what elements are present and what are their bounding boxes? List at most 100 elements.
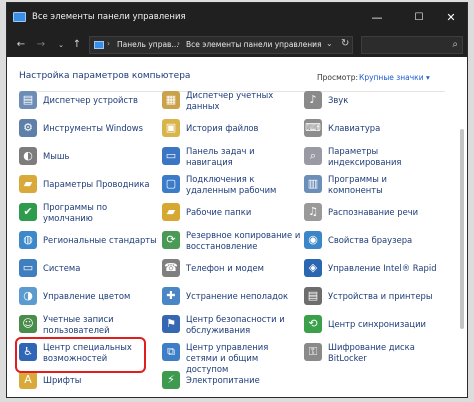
control-panel-item-label: Учетные записи пользователей [43,314,114,335]
device-manager-icon: ▤ [19,91,37,109]
control-panel-item-label: Параметры Проводника [43,179,150,189]
control-panel-item[interactable]: ▢ Подключения к удаленным рабочим [162,171,302,199]
control-panel-item[interactable]: ⚑ Центр безопасности и обслуживания [162,311,302,339]
control-panel-item-label: Электропитание [186,375,260,385]
recent-locations-chevron-icon[interactable]: ⌄ [53,37,69,53]
vertical-scrollbar[interactable] [459,93,465,393]
color-management-icon: ◑ [19,287,37,305]
control-panel-item[interactable]: ◍ Региональные стандарты [19,227,159,255]
power-icon: ⚡ [162,371,180,389]
control-panel-item[interactable]: ▣ История файлов [162,115,302,143]
address-bar: ← → ⌄ ↑ › Панель управ... › Все элементы… [7,33,467,57]
internet-options-icon: ◉ [304,231,322,249]
breadcrumb-separator[interactable]: › [107,39,110,48]
control-panel-window: Все элементы панели управления — ☐ ✕ ← →… [6,2,468,398]
search-icon: ⌕ [452,39,458,50]
control-panel-small-icon [94,41,104,49]
breadcrumb-all-items[interactable]: Все элементы панели управления [186,40,322,49]
network-center-icon: ⧉ [162,343,180,361]
control-panel-item-label: Инструменты Windows [43,123,143,133]
control-panel-item-label: Распознавание речи [328,207,419,217]
fonts-icon: A [19,371,37,389]
control-panel-item-label: Диспетчер устройств [43,95,138,105]
control-panel-icon [13,12,26,22]
breadcrumb-control-panel[interactable]: Панель управ... [117,40,179,49]
control-panel-item-label: Центр безопасности и обслуживания [186,314,285,335]
control-panel-item-label: Рабочие папки [186,207,252,217]
breadcrumb-separator[interactable]: › [312,39,315,48]
control-panel-item[interactable]: ◉ Свойства браузера [304,227,444,255]
taskbar-icon: ▭ [162,147,180,165]
control-panel-item[interactable]: ⟳ Резервное копирование и восстановление [162,227,302,255]
control-panel-item-label: Телефон и модем [186,263,265,273]
close-button[interactable]: ✕ [431,3,467,33]
control-panel-item-label: Программы по умолчанию [43,202,108,223]
control-panel-item[interactable]: ⚙ Инструменты Windows [19,115,159,143]
control-panel-item[interactable]: ⌨ Клавиатура [304,115,444,143]
control-panel-item[interactable]: ⚿ Шифрование диска BitLocker [304,339,444,367]
highlight-annotation [15,337,146,373]
control-panel-item-label: Клавиатура [328,123,381,133]
control-panel-item[interactable]: ✔ Программы по умолчанию [19,199,159,227]
control-panel-item[interactable]: ⧉ Центр управления сетями и общим доступо… [162,339,302,374]
region-icon: ◍ [19,231,37,249]
control-panel-item-label: Устройства и принтеры [328,291,433,301]
control-panel-item[interactable]: ◑ Управление цветом [19,283,159,311]
title-bar: Все элементы панели управления — ☐ ✕ [7,3,467,33]
explorer-options-icon: ▰ [19,175,37,193]
bitlocker-icon: ⚿ [304,343,322,361]
control-panel-item[interactable]: ▰ Параметры Проводника [19,171,159,199]
speech-icon: ♫ [304,203,322,221]
control-panel-item[interactable]: ▭ Система [19,255,159,283]
control-panel-item[interactable]: ▤ Диспетчер устройств [19,87,159,115]
control-panel-item[interactable]: ☎ Телефон и модем [162,255,302,283]
page-title: Настройка параметров компьютера [19,71,191,81]
control-panel-item[interactable]: ⚡ Электропитание [162,367,302,395]
control-panel-item[interactable]: ⌕ Параметры индексирования [304,143,444,171]
refresh-icon[interactable]: ↻ [341,38,349,49]
devices-printers-icon: ▤ [304,287,322,305]
control-panel-item-label: Панель задач и навигация [186,146,255,167]
control-panel-item[interactable]: ◈ Управление Intel® Rapid [304,255,444,283]
search-input[interactable]: ⌕ [361,36,463,54]
up-arrow-icon[interactable]: ↑ [69,37,85,53]
control-panel-item[interactable]: ▤ Устройства и принтеры [304,283,444,311]
scrollbar-thumb[interactable] [460,129,464,329]
user-accounts-icon: ☺ [19,315,37,333]
control-panel-item[interactable]: ✚ Устранение неполадок [162,283,302,311]
security-center-icon: ⚑ [162,315,180,333]
windows-tools-icon: ⚙ [19,119,37,137]
control-panel-item[interactable]: ▰ Рабочие папки [162,199,302,227]
control-panel-item[interactable]: ☺ Учетные записи пользователей [19,311,159,339]
control-panel-item-label: Звук [328,95,349,105]
control-panel-item[interactable]: ▥ Программы и компоненты [304,171,444,199]
breadcrumb-separator[interactable]: › [177,39,180,48]
control-panel-item-label: Управление Intel® Rapid [328,263,437,273]
default-programs-icon: ✔ [19,203,37,221]
control-panel-item-label: Подключения к удаленным рабочим [186,174,277,195]
breadcrumb[interactable]: › Панель управ... › Все элементы панели … [89,36,353,54]
minimize-button[interactable]: — [357,3,397,33]
address-dropdown-chevron-icon[interactable]: ⌄ [326,39,333,48]
control-panel-item-label: История файлов [186,123,259,133]
view-by-dropdown[interactable]: Крупные значки ▾ [359,73,430,82]
control-panel-item-label: Региональные стандарты [43,235,157,245]
control-panel-item-label: Центр синхронизации [328,319,426,329]
control-panel-item-label: Шрифты [43,375,82,385]
sound-icon: ♪ [304,91,322,109]
control-panel-item[interactable]: ▭ Панель задач и навигация [162,143,302,171]
control-panel-item-label: Система [43,263,81,273]
forward-arrow-icon[interactable]: → [33,37,49,53]
back-arrow-icon[interactable]: ← [13,37,29,53]
control-panel-item[interactable]: ⟲ Центр синхронизации [304,311,444,339]
intel-rapid-icon: ◈ [304,259,322,277]
control-panel-item[interactable]: ♪ Звук [304,87,444,115]
remote-desktop-icon: ▢ [162,175,180,193]
troubleshooting-icon: ✚ [162,287,180,305]
control-panel-item-label: Управление цветом [43,291,131,301]
control-panel-item[interactable]: ♫ Распознавание речи [304,199,444,227]
main-content: Настройка параметров компьютера Просмотр… [7,57,467,397]
control-panel-item-label: Свойства браузера [328,235,413,245]
control-panel-item[interactable]: ◐ Мышь [19,143,159,171]
control-panel-item[interactable]: ▦ Диспетчер учетных данных [162,87,302,115]
